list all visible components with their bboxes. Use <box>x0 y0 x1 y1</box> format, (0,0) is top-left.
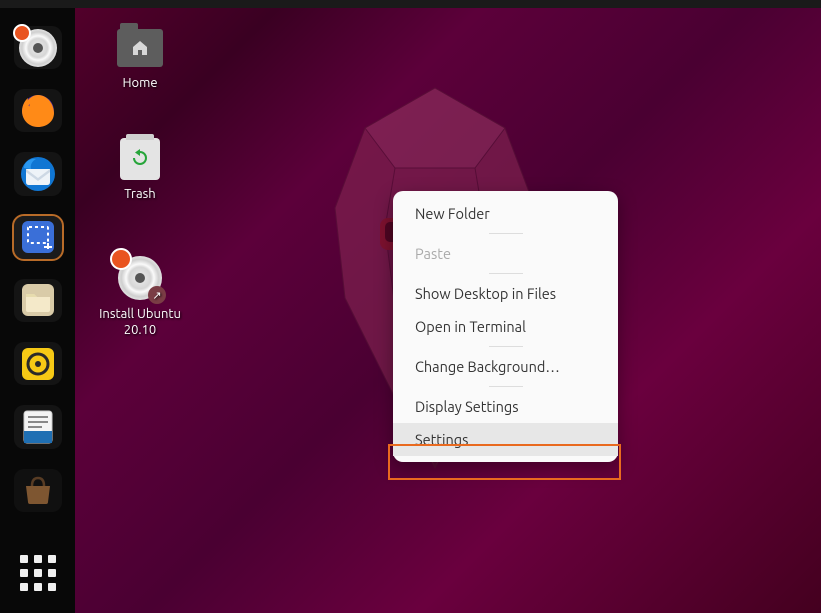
menu-separator <box>489 273 523 274</box>
desktop-icon-trash[interactable]: Trash <box>95 137 185 201</box>
folder-icon <box>117 29 163 67</box>
menu-item-new-folder[interactable]: New Folder <box>393 197 618 230</box>
dock-item-firefox[interactable] <box>14 89 62 132</box>
dock-item-rhythmbox[interactable] <box>14 342 62 385</box>
menu-item-open-in-terminal[interactable]: Open in Terminal <box>393 310 618 343</box>
desktop-icon-label: Trash <box>95 187 185 201</box>
top-bar <box>0 0 821 8</box>
screenshot-icon <box>18 217 58 257</box>
show-applications-button[interactable] <box>14 552 62 595</box>
trash-icon <box>120 138 160 180</box>
dock-item-screenshot[interactable] <box>14 216 62 259</box>
menu-item-display-settings[interactable]: Display Settings <box>393 390 618 423</box>
dock <box>0 8 75 613</box>
menu-separator <box>489 233 523 234</box>
rhythmbox-icon <box>18 344 58 384</box>
files-icon <box>18 280 58 320</box>
dock-item-thunderbird[interactable] <box>14 152 62 195</box>
dock-item-writer[interactable] <box>14 405 62 448</box>
dock-item-files[interactable] <box>14 279 62 322</box>
firefox-icon <box>18 91 58 131</box>
menu-separator <box>489 346 523 347</box>
desktop-icon-home[interactable]: Home <box>95 26 185 90</box>
desktop-icon-label: Install Ubuntu 20.10 <box>95 306 185 339</box>
installer-icon: ↗ <box>116 254 164 302</box>
desktop[interactable]: Home Trash ↗ Install Ubuntu 20.10 New Fo… <box>75 8 821 613</box>
menu-item-change-background[interactable]: Change Background… <box>393 350 618 383</box>
software-icon <box>18 470 58 510</box>
desktop-icon-install-ubuntu[interactable]: ↗ Install Ubuntu 20.10 <box>95 256 185 339</box>
menu-item-paste: Paste <box>393 237 618 270</box>
desktop-context-menu: New Folder Paste Show Desktop in Files O… <box>393 191 618 462</box>
desktop-icon-label: Home <box>95 76 185 90</box>
menu-item-settings[interactable]: Settings <box>393 423 618 456</box>
menu-item-show-desktop-in-files[interactable]: Show Desktop in Files <box>393 277 618 310</box>
dock-item-software[interactable] <box>14 469 62 512</box>
menu-separator <box>489 386 523 387</box>
writer-icon <box>18 407 58 447</box>
dock-item-ubuntu-installer[interactable] <box>14 26 62 69</box>
thunderbird-icon <box>18 154 58 194</box>
